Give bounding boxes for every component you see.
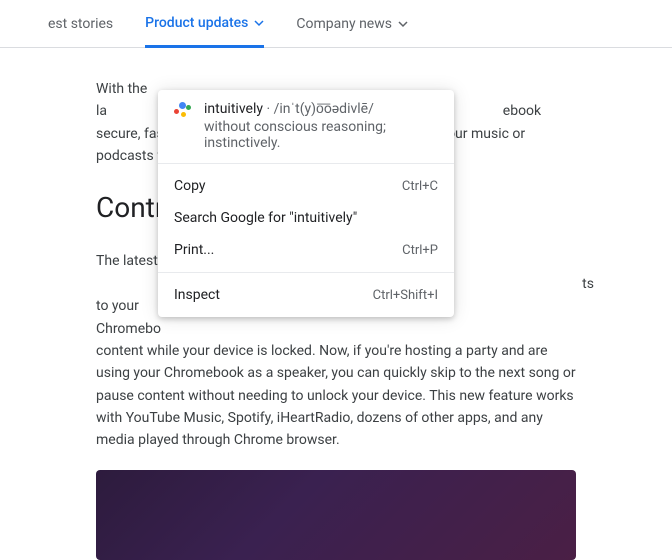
menu-label: Print... — [174, 242, 402, 258]
menu-shortcut: Ctrl+Shift+I — [373, 288, 438, 303]
tab-product-updates[interactable]: Product updates — [145, 1, 264, 48]
text-fragment: The latest — [96, 253, 158, 269]
chevron-down-icon — [398, 19, 408, 29]
menu-item-search-google[interactable]: Search Google for "intuitively" — [158, 202, 454, 234]
tab-latest-stories[interactable]: est stories — [48, 0, 113, 47]
context-menu: intuitively · /inˈt(y)o͞oədivlē/ without… — [158, 90, 454, 317]
text-fragment: With the la — [96, 81, 147, 119]
nav-tabs: est stories Product updates Company news — [0, 0, 672, 48]
definition-meaning: without conscious reasoning; instinctive… — [204, 119, 438, 151]
assistant-definition[interactable]: intuitively · /inˈt(y)o͞oədivlē/ without… — [158, 90, 454, 163]
media-thumbnail[interactable] — [96, 470, 576, 560]
menu-label: Inspect — [174, 287, 373, 303]
menu-item-inspect[interactable]: Inspect Ctrl+Shift+I — [158, 279, 454, 311]
menu-item-copy[interactable]: Copy Ctrl+C — [158, 170, 454, 202]
definition-word: intuitively — [204, 101, 263, 117]
menu-shortcut: Ctrl+C — [402, 179, 438, 194]
menu-label: Search Google for "intuitively" — [174, 210, 438, 226]
tab-company-news[interactable]: Company news — [296, 0, 408, 47]
tab-label: Product updates — [145, 15, 248, 31]
chevron-down-icon — [254, 18, 264, 28]
text-fragment: your Chromebook as a speaker, you can qu… — [96, 365, 576, 448]
tab-label: Company news — [296, 16, 392, 32]
menu-shortcut: Ctrl+P — [402, 243, 438, 258]
google-assistant-icon — [174, 102, 192, 120]
tab-label: est stories — [48, 16, 113, 32]
definition-pronunciation: · /inˈt(y)o͞oədivlē/ — [266, 101, 373, 117]
menu-label: Copy — [174, 178, 402, 194]
menu-item-print[interactable]: Print... Ctrl+P — [158, 234, 454, 266]
